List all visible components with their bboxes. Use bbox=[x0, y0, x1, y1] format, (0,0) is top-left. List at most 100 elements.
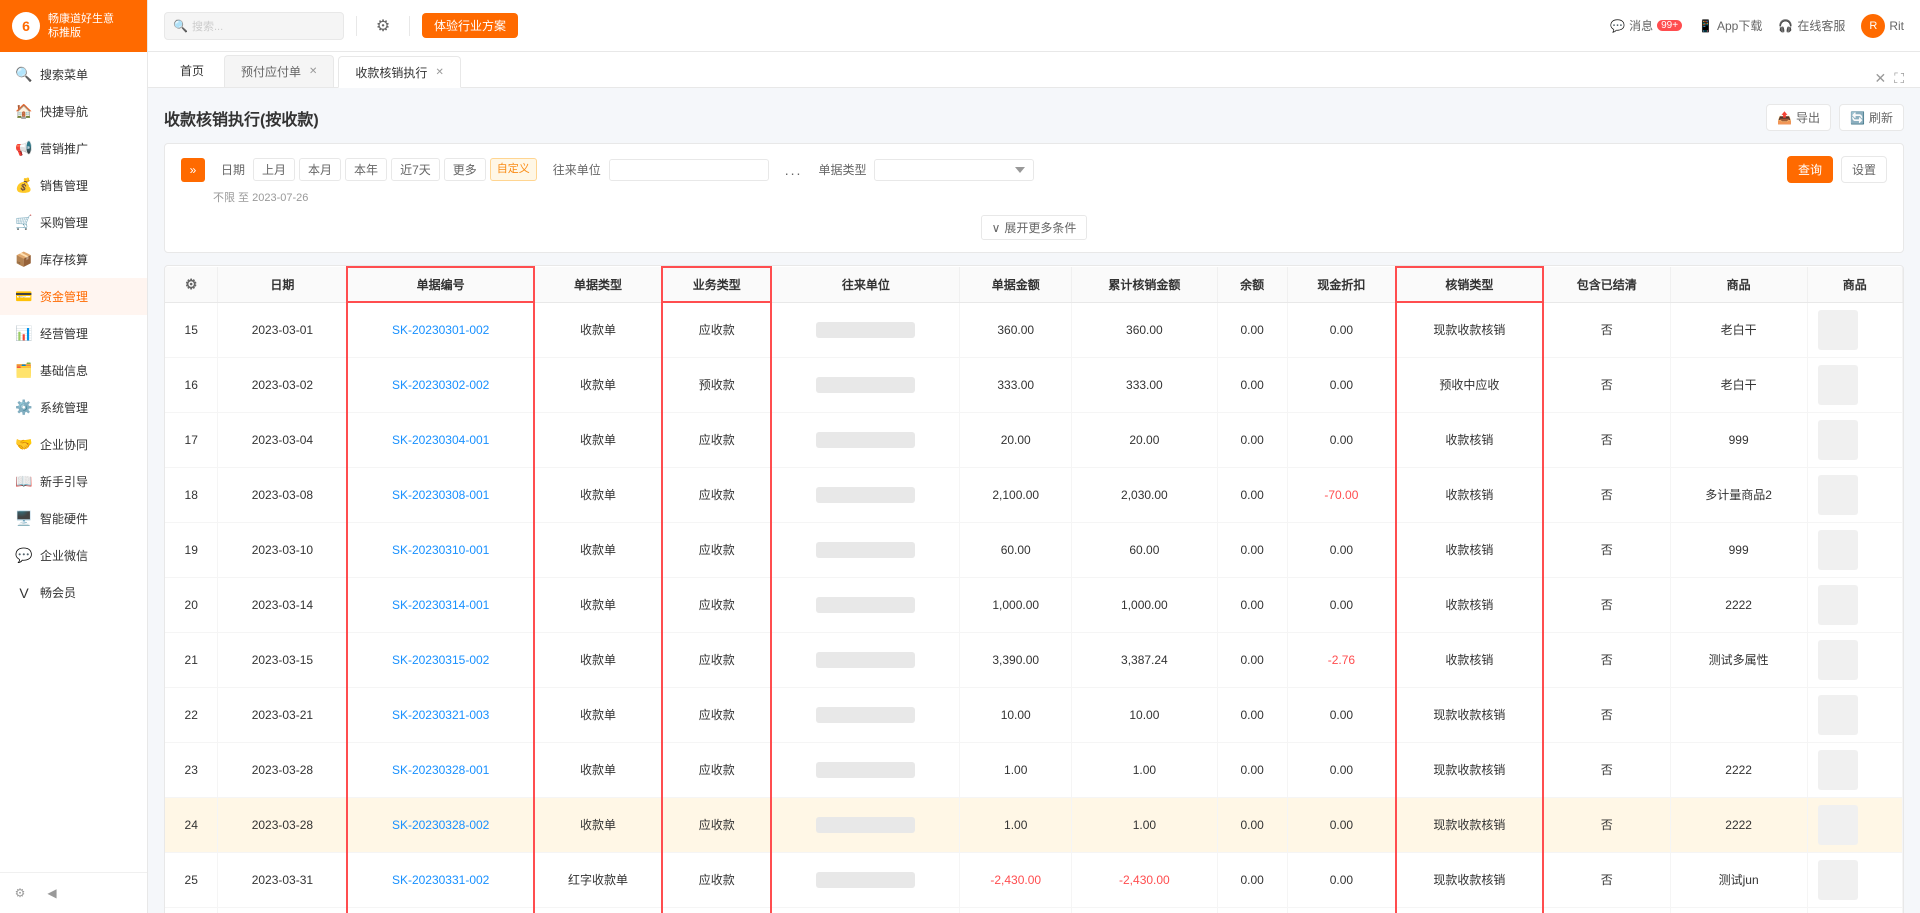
filter-bar: » 日期 上月 本月 本年 近7天 更多 自定义 往来单位 bbox=[164, 143, 1904, 253]
sidebar-label-system: 系统管理 bbox=[40, 399, 88, 416]
cell-date: 2023-03-14 bbox=[218, 577, 347, 632]
cell-accum: 360.00 bbox=[1072, 302, 1217, 357]
cell-voucher-type: 红字收款单 bbox=[534, 852, 662, 907]
export-btn[interactable]: 📤 导出 bbox=[1766, 104, 1831, 131]
collect-tab-close[interactable]: ✕ bbox=[435, 67, 443, 78]
sidebar-item-basic[interactable]: 🗂️基础信息 bbox=[0, 352, 147, 389]
cell-goods: 2222 bbox=[1670, 742, 1807, 797]
col-header-date: 日期 bbox=[218, 267, 347, 302]
cell-biz-type: 应收款 bbox=[662, 687, 771, 742]
sidebar-item-guide[interactable]: 📖新手引导 bbox=[0, 463, 147, 500]
expand-conditions-btn[interactable]: ∨ 展开更多条件 bbox=[981, 215, 1088, 240]
date-filter: 日期 上月 本月 本年 近7天 更多 自定义 bbox=[221, 158, 537, 181]
sidebar-icon-basic: 🗂️ bbox=[16, 363, 32, 379]
cell-accum: 60.00 bbox=[1072, 522, 1217, 577]
filter-expand-icon[interactable]: » bbox=[181, 158, 205, 182]
search-box[interactable]: 🔍 搜索... bbox=[164, 12, 344, 40]
voucher-no-link[interactable]: SK-20230304-001 bbox=[392, 433, 489, 447]
sidebar-item-hardware[interactable]: 🖥️智能硬件 bbox=[0, 500, 147, 537]
cell-balance: 0.00 bbox=[1217, 687, 1287, 742]
voucher-no-link[interactable]: SK-20230328-001 bbox=[392, 763, 489, 777]
prepay-tab-close[interactable]: ✕ bbox=[309, 66, 317, 77]
gear-icon[interactable]: ⚙ bbox=[369, 12, 397, 40]
cell-accum: 20.00 bbox=[1072, 907, 1217, 913]
cell-balance: 0.00 bbox=[1217, 907, 1287, 913]
settings-filter-btn[interactable]: 设置 bbox=[1841, 156, 1887, 183]
voucher-no-link[interactable]: SK-20230331-002 bbox=[392, 873, 489, 887]
message-icon: 💬 bbox=[1610, 19, 1625, 33]
sidebar-label-corp: 企业协同 bbox=[40, 436, 88, 453]
table-settings-icon[interactable]: ⚙ bbox=[185, 276, 198, 292]
partner-input[interactable] bbox=[609, 159, 769, 181]
cell-partner: ██████ bbox=[771, 357, 959, 412]
cell-balance: 0.00 bbox=[1217, 467, 1287, 522]
cell-voucher-type: 收款单 bbox=[534, 742, 662, 797]
sidebar-item-inventory[interactable]: 📦库存核算 bbox=[0, 241, 147, 278]
cell-cancel-type: 收款核销 bbox=[1396, 632, 1543, 687]
voucher-type-filter: 单据类型 bbox=[818, 159, 1034, 181]
more-filters-dots[interactable]: ... bbox=[785, 162, 803, 178]
sidebar-label-finance: 资金管理 bbox=[40, 288, 88, 305]
settings-icon[interactable]: ⚙ bbox=[8, 881, 32, 905]
user-avatar[interactable]: R Rit bbox=[1861, 14, 1904, 38]
voucher-no-link[interactable]: SK-20230301-002 bbox=[392, 323, 489, 337]
tab-prepay[interactable]: 预付应付单 ✕ bbox=[224, 55, 334, 87]
cell-include-settled: 否 bbox=[1543, 577, 1670, 632]
cell-amount: 1.00 bbox=[960, 742, 1072, 797]
tab-home[interactable]: 首页 bbox=[164, 55, 220, 87]
voucher-no-link[interactable]: SK-20230321-003 bbox=[392, 708, 489, 722]
sidebar-item-corp[interactable]: 🤝企业协同 bbox=[0, 426, 147, 463]
cell-date: 2023-03-21 bbox=[218, 687, 347, 742]
close-window-icon[interactable]: ✕ bbox=[1874, 70, 1886, 87]
cell-accum: 1.00 bbox=[1072, 742, 1217, 797]
table-scroll-wrapper[interactable]: ⚙ 日期 单据编号 单据类型 业务类型 往来单位 单据金额 累计核销金额 余额 … bbox=[165, 266, 1903, 913]
online-service-btn[interactable]: 🎧 在线客服 bbox=[1778, 17, 1845, 34]
collapse-icon[interactable]: ◀ bbox=[40, 881, 64, 905]
cell-cancel-type: 收款核销 bbox=[1396, 577, 1543, 632]
cell-goods2 bbox=[1807, 522, 1902, 577]
cell-voucher-type: 收款单 bbox=[534, 797, 662, 852]
sidebar-item-member[interactable]: V畅会员 bbox=[0, 574, 147, 611]
sidebar-label-hardware: 智能硬件 bbox=[40, 510, 88, 527]
sidebar-icon-sales: 💰 bbox=[16, 178, 32, 194]
cell-goods2 bbox=[1807, 632, 1902, 687]
voucher-type-select[interactable] bbox=[874, 159, 1034, 181]
sidebar-item-purchase[interactable]: 🛒采购管理 bbox=[0, 204, 147, 241]
cell-amount: -2,430.00 bbox=[960, 852, 1072, 907]
voucher-no-link[interactable]: SK-20230302-002 bbox=[392, 378, 489, 392]
voucher-no-link[interactable]: SK-20230315-002 bbox=[392, 653, 489, 667]
cell-biz-type: 预收款 bbox=[662, 907, 771, 913]
date-btn-last-month[interactable]: 上月 bbox=[253, 158, 295, 181]
cell-voucher-type: 收款单 bbox=[534, 357, 662, 412]
date-btn-custom[interactable]: 自定义 bbox=[490, 158, 537, 181]
cell-voucher-type: 收款单 bbox=[534, 907, 662, 913]
collect-tab-label: 收款核销执行 bbox=[355, 64, 427, 81]
sidebar-label-shortcut: 快捷导航 bbox=[40, 103, 88, 120]
solution-btn[interactable]: 体验行业方案 bbox=[422, 13, 518, 38]
sidebar-item-shortcut[interactable]: 🏠快捷导航 bbox=[0, 93, 147, 130]
cell-cancel-type: 收款核销 bbox=[1396, 467, 1543, 522]
sidebar-item-search[interactable]: 🔍搜索菜单 bbox=[0, 56, 147, 93]
table-row: 21 2023-03-15 SK-20230315-002 收款单 应收款 ██… bbox=[165, 632, 1903, 687]
refresh-btn[interactable]: 🔄 刷新 bbox=[1839, 104, 1904, 131]
date-btn-more[interactable]: 更多 bbox=[444, 158, 486, 181]
sidebar-item-marketing[interactable]: 📢营销推广 bbox=[0, 130, 147, 167]
message-btn[interactable]: 💬 消息 99+ bbox=[1610, 17, 1682, 34]
voucher-no-link[interactable]: SK-20230310-001 bbox=[392, 543, 489, 557]
sidebar-item-operations[interactable]: 📊经营管理 bbox=[0, 315, 147, 352]
sidebar-item-wechat[interactable]: 💬企业微信 bbox=[0, 537, 147, 574]
date-btn-7days[interactable]: 近7天 bbox=[391, 158, 440, 181]
tab-collect[interactable]: 收款核销执行 ✕ bbox=[338, 56, 460, 88]
voucher-no-link[interactable]: SK-20230328-002 bbox=[392, 818, 489, 832]
sidebar-item-finance[interactable]: 💳资金管理 bbox=[0, 278, 147, 315]
maximize-icon[interactable]: ⛶ bbox=[1894, 70, 1904, 87]
date-btn-this-month[interactable]: 本月 bbox=[299, 158, 341, 181]
app-download-btn[interactable]: 📱 App下载 bbox=[1698, 17, 1762, 34]
date-btn-this-year[interactable]: 本年 bbox=[345, 158, 387, 181]
query-btn[interactable]: 查询 bbox=[1787, 156, 1833, 183]
voucher-no-link[interactable]: SK-20230314-001 bbox=[392, 598, 489, 612]
voucher-no-link[interactable]: SK-20230308-001 bbox=[392, 488, 489, 502]
search-placeholder: 搜索... bbox=[192, 18, 223, 34]
sidebar-item-sales[interactable]: 💰销售管理 bbox=[0, 167, 147, 204]
sidebar-item-system[interactable]: ⚙️系统管理 bbox=[0, 389, 147, 426]
